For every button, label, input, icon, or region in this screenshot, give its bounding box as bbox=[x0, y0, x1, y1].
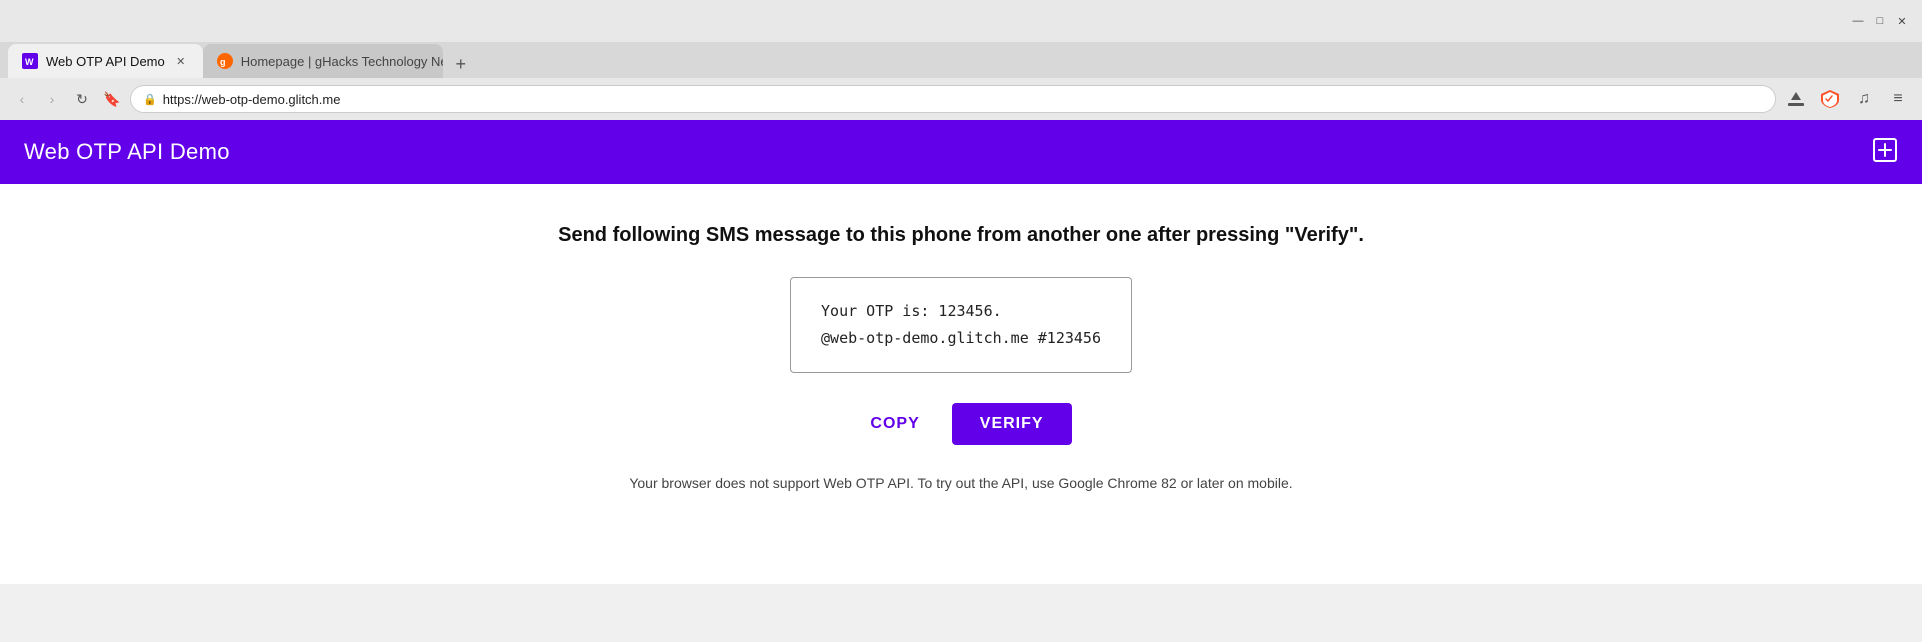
browser-chrome: — □ ✕ W Web OTP API Demo ✕ g bbox=[0, 0, 1922, 120]
close-button[interactable]: ✕ bbox=[1894, 13, 1910, 29]
install-button[interactable] bbox=[1872, 137, 1898, 168]
back-button[interactable]: ‹ bbox=[10, 87, 34, 111]
tab-label-1: Web OTP API Demo bbox=[46, 54, 165, 69]
svg-text:g: g bbox=[220, 57, 226, 67]
verify-button[interactable]: VERIFY bbox=[952, 403, 1072, 445]
copy-button[interactable]: COPY bbox=[850, 405, 939, 443]
tab-close-1[interactable]: ✕ bbox=[173, 53, 189, 69]
button-row: COPY VERIFY bbox=[850, 403, 1071, 445]
bookmark-button[interactable]: 🔖 bbox=[100, 87, 124, 111]
download-button[interactable] bbox=[1782, 85, 1810, 113]
instruction-text: Send following SMS message to this phone… bbox=[558, 224, 1364, 247]
tabs-bar: W Web OTP API Demo ✕ g Homepage | gHacks… bbox=[0, 42, 1922, 78]
support-text: Your browser does not support Web OTP AP… bbox=[629, 475, 1292, 491]
reload-button[interactable]: ↻ bbox=[70, 87, 94, 111]
tab-ghacks[interactable]: g Homepage | gHacks Technology News bbox=[203, 44, 443, 78]
title-bar: — □ ✕ bbox=[0, 0, 1922, 42]
maximize-button[interactable]: □ bbox=[1872, 13, 1888, 29]
brave-shield-button[interactable] bbox=[1816, 85, 1844, 113]
url-bar[interactable]: 🔒 https://web-otp-demo.glitch.me bbox=[130, 85, 1776, 113]
tab-label-2: Homepage | gHacks Technology News bbox=[241, 54, 443, 69]
media-button[interactable]: ♫ bbox=[1850, 85, 1878, 113]
tab-favicon-1: W bbox=[22, 53, 38, 69]
new-tab-button[interactable]: + bbox=[447, 50, 475, 78]
main-content: Send following SMS message to this phone… bbox=[0, 184, 1922, 584]
tab-favicon-2: g bbox=[217, 53, 233, 69]
lock-icon: 🔒 bbox=[143, 93, 157, 106]
svg-text:W: W bbox=[25, 57, 34, 67]
address-bar: ‹ › ↻ 🔖 🔒 https://web-otp-demo.glitch.me bbox=[0, 78, 1922, 120]
sms-message-box: Your OTP is: 123456. @web-otp-demo.glitc… bbox=[790, 277, 1132, 373]
toolbar-right: ♫ ≡ bbox=[1782, 85, 1912, 113]
url-text: https://web-otp-demo.glitch.me bbox=[163, 92, 341, 107]
app-header: Web OTP API Demo bbox=[0, 120, 1922, 184]
menu-button[interactable]: ≡ bbox=[1884, 85, 1912, 113]
sms-line-1: Your OTP is: 123456. bbox=[821, 298, 1101, 325]
app-title: Web OTP API Demo bbox=[24, 139, 230, 165]
window-controls: — □ ✕ bbox=[1850, 13, 1910, 29]
minimize-button[interactable]: — bbox=[1850, 13, 1866, 29]
forward-button[interactable]: › bbox=[40, 87, 64, 111]
tab-web-otp[interactable]: W Web OTP API Demo ✕ bbox=[8, 44, 203, 78]
sms-line-2: @web-otp-demo.glitch.me #123456 bbox=[821, 325, 1101, 352]
